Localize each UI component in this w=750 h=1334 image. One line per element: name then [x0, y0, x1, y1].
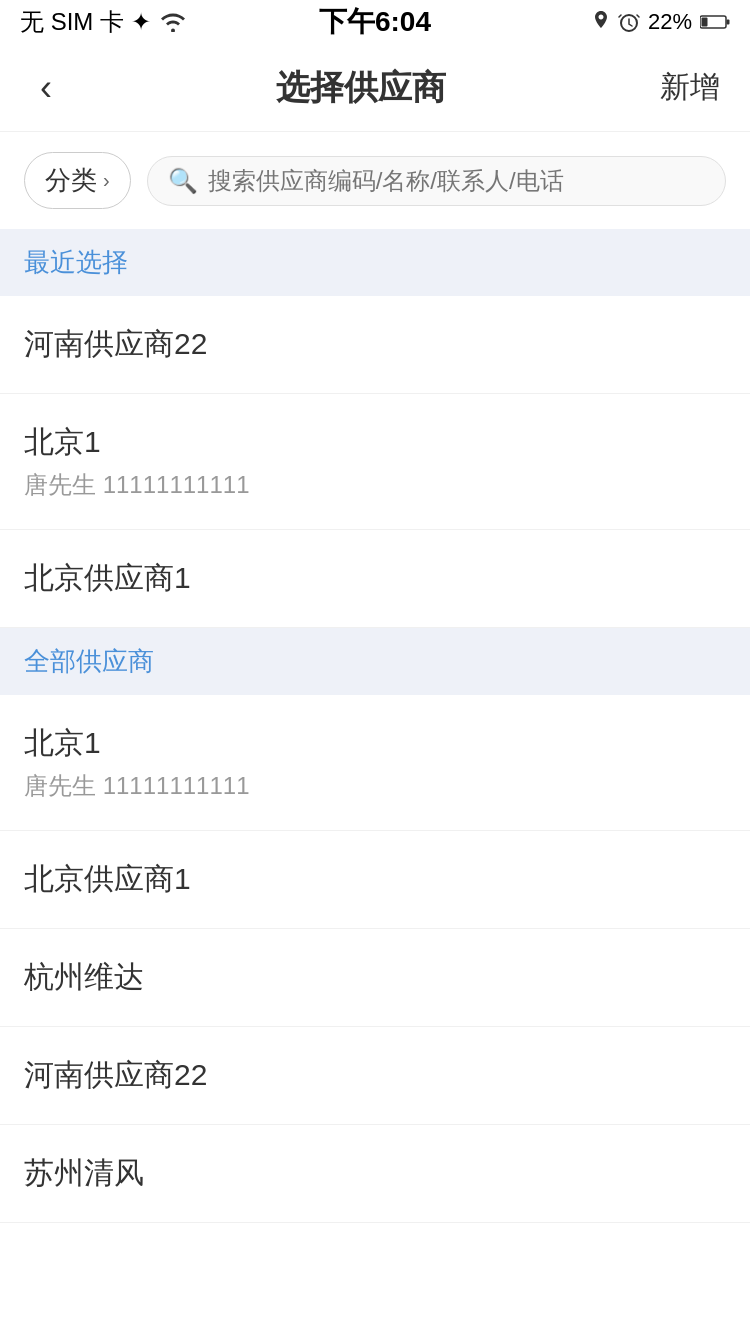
category-label: 分类: [45, 163, 97, 198]
item-name: 北京1: [24, 723, 726, 764]
status-bar: 无 SIM 卡 ✦ 下午6:04 22%: [0, 0, 750, 44]
all-section-header: 全部供应商: [0, 628, 750, 695]
list-item[interactable]: 河南供应商22: [0, 1027, 750, 1125]
item-sub: 唐先生 11111111111: [24, 469, 726, 501]
item-name: 河南供应商22: [24, 324, 726, 365]
svg-rect-2: [727, 20, 730, 25]
recent-list: 河南供应商22 北京1 唐先生 11111111111 北京供应商1: [0, 296, 750, 628]
svg-rect-3: [702, 18, 708, 27]
category-filter-button[interactable]: 分类 ›: [24, 152, 131, 209]
item-name: 北京1: [24, 422, 726, 463]
item-name: 北京供应商1: [24, 859, 726, 900]
list-item[interactable]: 杭州维达: [0, 929, 750, 1027]
search-icon: 🔍: [168, 167, 198, 195]
page-title: 选择供应商: [276, 65, 446, 111]
all-list: 北京1 唐先生 11111111111 北京供应商1 杭州维达河南供应商22 苏州清风: [0, 695, 750, 1223]
new-action-button[interactable]: 新增: [660, 67, 720, 108]
recent-section-header: 最近选择: [0, 229, 750, 296]
chevron-right-icon: ›: [103, 169, 110, 192]
no-sim-text: 无 SIM 卡 ✦: [20, 6, 151, 38]
battery-icon: [700, 14, 730, 30]
location-icon: [592, 11, 610, 33]
item-name: 苏州清风: [24, 1153, 726, 1194]
search-input[interactable]: [208, 167, 705, 195]
search-bar[interactable]: 🔍: [147, 156, 726, 206]
list-item[interactable]: 北京1 唐先生 11111111111: [0, 695, 750, 831]
list-item[interactable]: 北京供应商1: [0, 530, 750, 628]
back-button[interactable]: ‹: [30, 57, 62, 119]
status-time: 下午6:04: [319, 3, 431, 41]
list-item[interactable]: 河南供应商22: [0, 296, 750, 394]
alarm-icon: [618, 11, 640, 33]
battery-text: 22%: [648, 9, 692, 35]
list-item[interactable]: 北京供应商1: [0, 831, 750, 929]
item-sub: 唐先生 11111111111: [24, 770, 726, 802]
item-name: 河南供应商22: [24, 1055, 726, 1096]
wifi-icon: [159, 12, 187, 32]
list-item[interactable]: 北京1 唐先生 11111111111: [0, 394, 750, 530]
item-name: 北京供应商1: [24, 558, 726, 599]
list-item[interactable]: 苏州清风: [0, 1125, 750, 1223]
nav-bar: ‹ 选择供应商 新增: [0, 44, 750, 132]
item-name: 杭州维达: [24, 957, 726, 998]
status-right: 22%: [592, 9, 730, 35]
filter-bar: 分类 › 🔍: [0, 132, 750, 229]
status-left: 无 SIM 卡 ✦: [20, 6, 187, 38]
